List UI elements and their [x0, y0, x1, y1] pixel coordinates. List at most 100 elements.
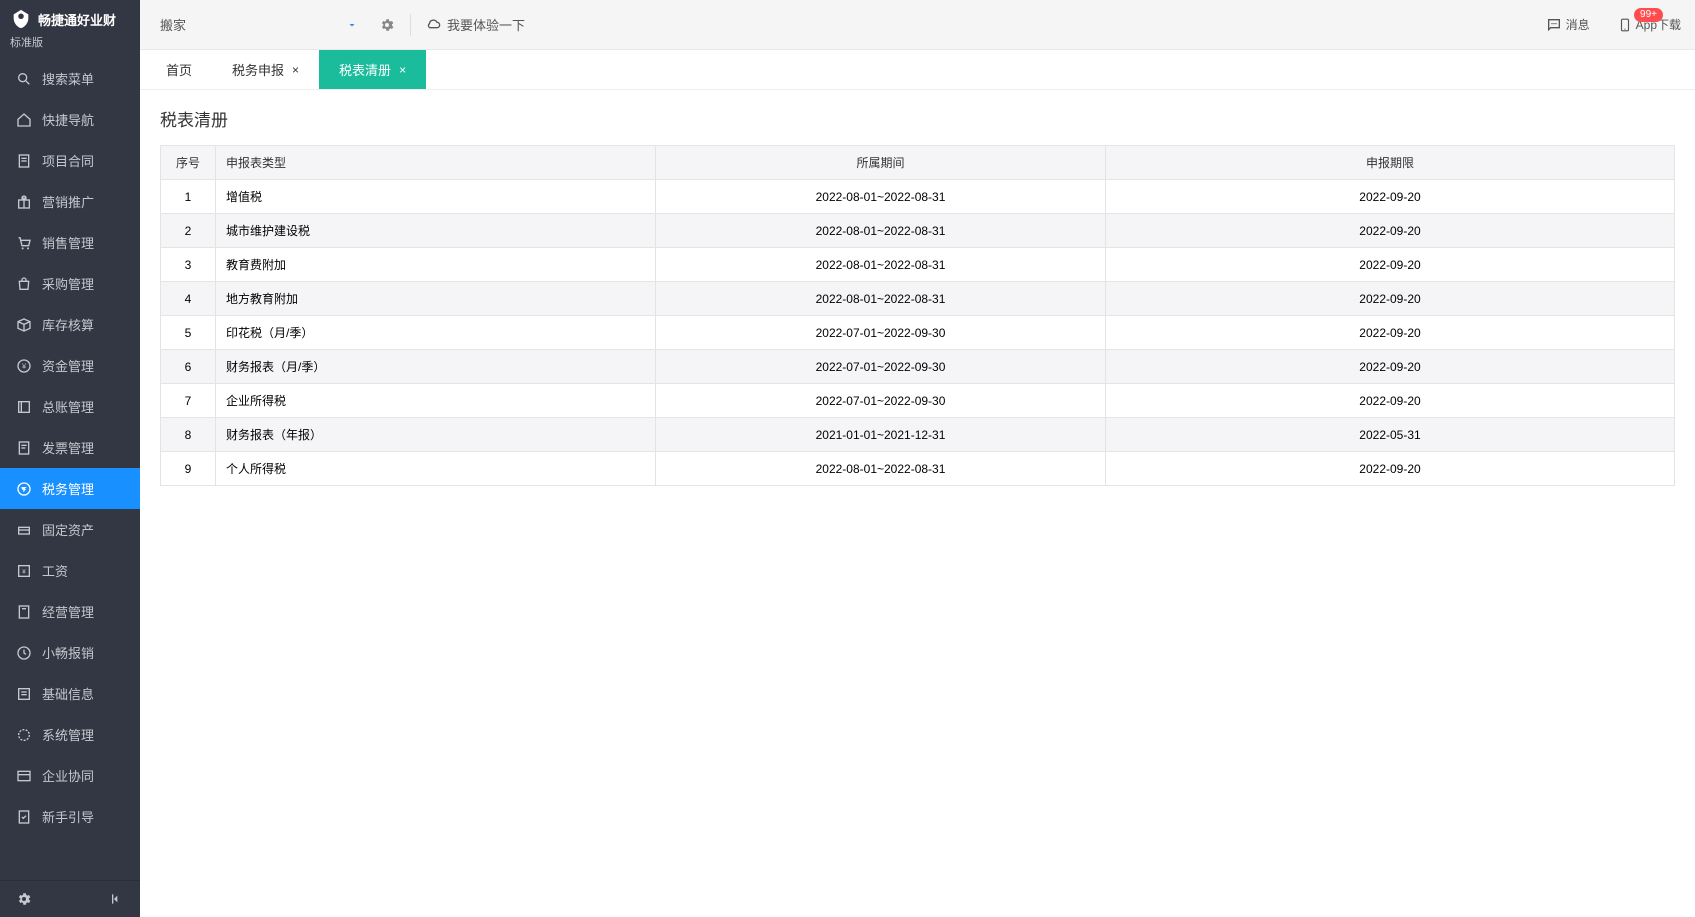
cell-seq: 4: [161, 282, 216, 316]
cell-type: 财务报表（月/季）: [216, 350, 656, 384]
sidebar-item-doc[interactable]: 项目合同: [0, 140, 140, 181]
chevron-down-icon: [346, 19, 358, 31]
settings-icon[interactable]: [16, 891, 32, 907]
cell-due: 2022-09-20: [1106, 248, 1675, 282]
cell-seq: 8: [161, 418, 216, 452]
sidebar-item-guide[interactable]: 新手引导: [0, 796, 140, 837]
brand-logo-icon: [10, 8, 32, 30]
table-row[interactable]: 3教育费附加2022-08-01~2022-08-312022-09-20: [161, 248, 1675, 282]
sidebar-item-salary[interactable]: ¥工资: [0, 550, 140, 591]
brand-subtitle: 标准版: [0, 34, 140, 58]
messages-label: 消息: [1566, 16, 1590, 33]
sidebar-item-collab[interactable]: 企业协同: [0, 755, 140, 796]
table-row[interactable]: 1增值税2022-08-01~2022-08-312022-09-20: [161, 180, 1675, 214]
phone-icon: [1618, 17, 1632, 33]
cart-icon: [16, 235, 32, 251]
cell-type: 城市维护建设税: [216, 214, 656, 248]
sidebar-item-info[interactable]: 基础信息: [0, 673, 140, 714]
table-row[interactable]: 7企业所得税2022-07-01~2022-09-302022-09-20: [161, 384, 1675, 418]
cell-seq: 6: [161, 350, 216, 384]
tab-0[interactable]: 首页: [146, 50, 212, 89]
sidebar-item-label: 税务管理: [42, 479, 94, 498]
gear-icon[interactable]: [378, 16, 396, 34]
sidebar-item-asset[interactable]: 固定资产: [0, 509, 140, 550]
cell-due: 2022-09-20: [1106, 282, 1675, 316]
cell-seq: 7: [161, 384, 216, 418]
table-row[interactable]: 5印花税（月/季）2022-07-01~2022-09-302022-09-20: [161, 316, 1675, 350]
sidebar-item-label: 库存核算: [42, 315, 94, 334]
cell-seq: 2: [161, 214, 216, 248]
home-icon: [16, 112, 32, 128]
box-icon: [16, 317, 32, 333]
sidebar-item-box[interactable]: 库存核算: [0, 304, 140, 345]
cell-period: 2021-01-01~2021-12-31: [656, 418, 1106, 452]
cell-type: 增值税: [216, 180, 656, 214]
table-row[interactable]: 2城市维护建设税2022-08-01~2022-08-312022-09-20: [161, 214, 1675, 248]
sidebar-item-home[interactable]: 快捷导航: [0, 99, 140, 140]
svg-text:¥: ¥: [22, 568, 26, 575]
cell-type: 财务报表（年报）: [216, 418, 656, 452]
guide-icon: [16, 809, 32, 825]
sidebar-item-label: 采购管理: [42, 274, 94, 293]
cell-type: 教育费附加: [216, 248, 656, 282]
tab-2[interactable]: 税表清册 ×: [319, 50, 426, 89]
sidebar-item-biz[interactable]: 经营管理: [0, 591, 140, 632]
sidebar-item-tax[interactable]: 税务管理: [0, 468, 140, 509]
sidebar-item-system[interactable]: 系统管理: [0, 714, 140, 755]
doc-icon: [16, 153, 32, 169]
sidebar-item-label: 企业协同: [42, 766, 94, 785]
table-row[interactable]: 9个人所得税2022-08-01~2022-08-312022-09-20: [161, 452, 1675, 486]
cell-due: 2022-09-20: [1106, 452, 1675, 486]
tab-1[interactable]: 税务申报×: [212, 50, 319, 89]
close-icon[interactable]: ×: [292, 63, 299, 77]
try-label: 我要体验一下: [447, 15, 525, 34]
tabs-bar: 首页税务申报× 税表清册 ×: [140, 50, 1695, 90]
cell-seq: 1: [161, 180, 216, 214]
org-selector[interactable]: 搬家: [154, 11, 364, 38]
table-row[interactable]: 4地方教育附加2022-08-01~2022-08-312022-09-20: [161, 282, 1675, 316]
sidebar-item-invoice[interactable]: 发票管理: [0, 427, 140, 468]
cell-period: 2022-08-01~2022-08-31: [656, 452, 1106, 486]
sidebar-item-label: 项目合同: [42, 151, 94, 170]
cell-period: 2022-08-01~2022-08-31: [656, 248, 1106, 282]
close-icon[interactable]: ×: [399, 63, 406, 77]
cell-type: 个人所得税: [216, 452, 656, 486]
sidebar-item-label: 总账管理: [42, 397, 94, 416]
reimburse-icon: [16, 645, 32, 661]
system-icon: [16, 727, 32, 743]
col-header-seq: 序号: [161, 146, 216, 180]
cell-period: 2022-07-01~2022-09-30: [656, 384, 1106, 418]
app-download-button[interactable]: 99+ App下载: [1618, 16, 1681, 33]
sidebar-item-bag[interactable]: 采购管理: [0, 263, 140, 304]
cell-due: 2022-09-20: [1106, 350, 1675, 384]
cell-seq: 3: [161, 248, 216, 282]
sidebar-menu: 搜索菜单快捷导航项目合同营销推广销售管理采购管理库存核算 ¥资金管理总账管理发票管…: [0, 58, 140, 880]
invoice-icon: [16, 440, 32, 456]
badge-count: 99+: [1634, 8, 1663, 22]
sidebar-item-label: 经营管理: [42, 602, 94, 621]
sidebar-item-gift[interactable]: 营销推广: [0, 181, 140, 222]
asset-icon: [16, 522, 32, 538]
bag-icon: [16, 276, 32, 292]
sidebar-item-ledger[interactable]: 总账管理: [0, 386, 140, 427]
sidebar-item-reimburse[interactable]: 小畅报销: [0, 632, 140, 673]
col-header-type: 申报表类型: [216, 146, 656, 180]
gift-icon: [16, 194, 32, 210]
sidebar-item-cart[interactable]: 销售管理: [0, 222, 140, 263]
cell-type: 地方教育附加: [216, 282, 656, 316]
messages-button[interactable]: 消息: [1546, 16, 1590, 33]
search-icon: [16, 71, 32, 87]
sidebar-footer: [0, 880, 140, 917]
table-row[interactable]: 6财务报表（月/季）2022-07-01~2022-09-302022-09-2…: [161, 350, 1675, 384]
table-row[interactable]: 8财务报表（年报）2021-01-01~2021-12-312022-05-31: [161, 418, 1675, 452]
sidebar-item-search[interactable]: 搜索菜单: [0, 58, 140, 99]
cell-due: 2022-09-20: [1106, 384, 1675, 418]
org-selector-label: 搬家: [160, 15, 186, 34]
cell-due: 2022-09-20: [1106, 316, 1675, 350]
try-experience-button[interactable]: 我要体验一下: [425, 15, 525, 34]
tab-label: 税表清册: [339, 60, 391, 79]
sidebar-item-label: 新手引导: [42, 807, 94, 826]
collapse-icon[interactable]: [108, 891, 124, 907]
sidebar-item-coin[interactable]: ¥资金管理: [0, 345, 140, 386]
sidebar: 畅捷通好业财 标准版 搜索菜单快捷导航项目合同营销推广销售管理采购管理库存核算¥…: [0, 0, 140, 917]
